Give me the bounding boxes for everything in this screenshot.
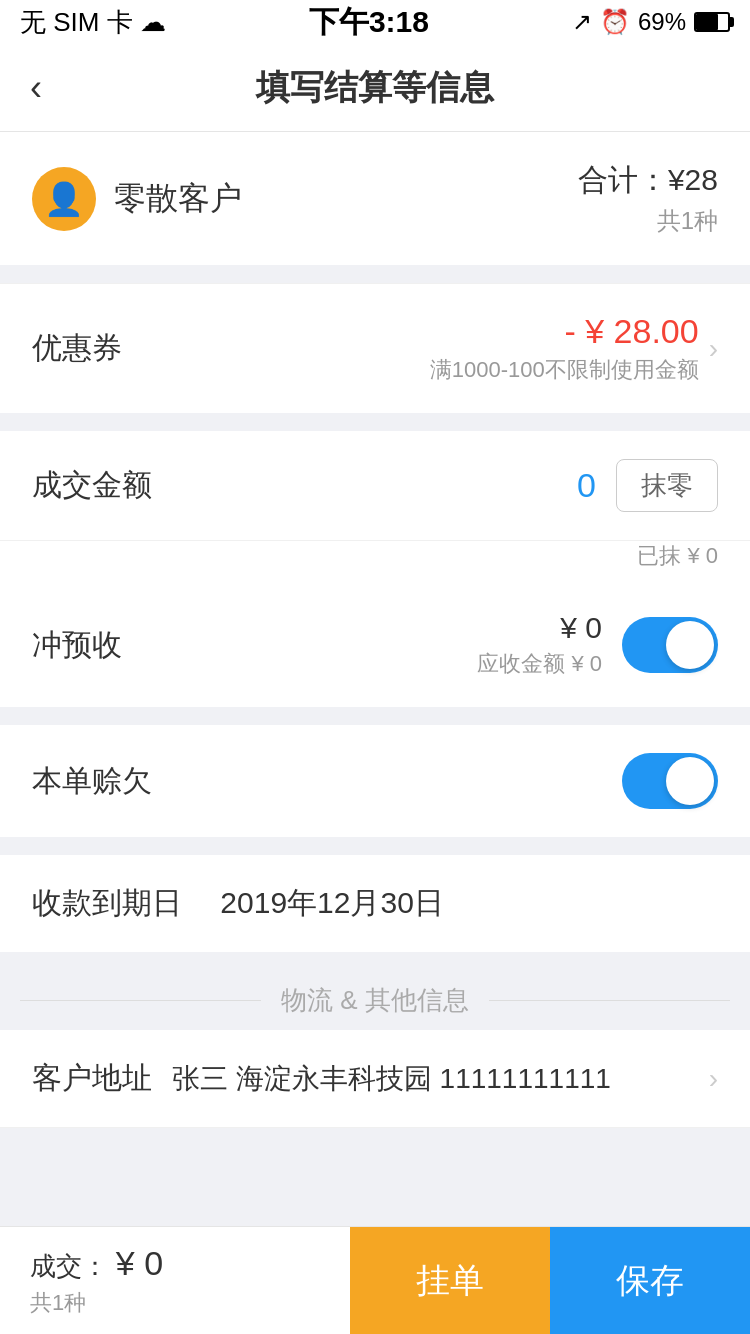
bottom-count: 共1种: [30, 1288, 320, 1318]
precollect-right: ¥ 0 应收金额 ¥ 0: [477, 611, 718, 679]
customer-total: 合计：¥28: [578, 160, 718, 201]
deal-value: 0: [577, 466, 596, 505]
debt-label: 本单赊欠: [32, 761, 152, 802]
logistics-divider: 物流 & 其他信息: [0, 970, 750, 1030]
back-button[interactable]: ‹: [30, 67, 42, 109]
chevron-right-icon: ›: [709, 333, 718, 365]
customer-left: 👤 零散客户: [32, 167, 242, 231]
nav-bar: ‹ 填写结算等信息: [0, 44, 750, 132]
avatar: 👤: [32, 167, 96, 231]
battery-icon: [694, 12, 730, 32]
precollect-amount: ¥ 0: [477, 611, 602, 645]
battery-label: 69%: [638, 8, 686, 36]
coupon-section[interactable]: 优惠券 - ¥ 28.00 满1000-100不限制使用金额 ›: [0, 283, 750, 413]
sim-label: 无 SIM 卡 ☁: [20, 5, 166, 40]
due-date-section: 收款到期日 2019年12月30日: [0, 855, 750, 952]
deal-right: 0 抹零: [577, 459, 718, 512]
location-icon: ↗: [572, 8, 592, 36]
save-button[interactable]: 保存: [550, 1227, 750, 1335]
status-right: ↗ ⏰ 69%: [572, 8, 730, 36]
coupon-info: - ¥ 28.00 满1000-100不限制使用金额: [430, 312, 699, 385]
round-down-button[interactable]: 抹零: [616, 459, 718, 512]
status-left: 无 SIM 卡 ☁: [20, 5, 166, 40]
address-section[interactable]: 客户地址 张三 海淀永丰科技园 11111111111 ›: [0, 1030, 750, 1128]
precollect-label: 冲预收: [32, 625, 122, 666]
debt-toggle[interactable]: [622, 753, 718, 809]
page-title: 填写结算等信息: [256, 65, 494, 111]
coupon-desc: 满1000-100不限制使用金额: [430, 355, 699, 385]
due-date-value: 2019年12月30日: [220, 886, 443, 919]
precollect-row: 冲预收 ¥ 0 应收金额 ¥ 0: [0, 583, 750, 707]
address-chevron-icon: ›: [709, 1063, 718, 1095]
customer-right: 合计：¥28 共1种: [578, 160, 718, 237]
divider-line-left: [20, 1000, 261, 1001]
deal-sub-text: 已抹 ¥ 0: [0, 541, 750, 583]
deal-amount-label: 成交金额: [32, 465, 152, 506]
bottom-deal-row: 成交： ¥ 0: [30, 1244, 320, 1284]
coupon-label: 优惠券: [32, 328, 122, 369]
coupon-amount: - ¥ 28.00: [430, 312, 699, 351]
bottom-left: 成交： ¥ 0 共1种: [0, 1244, 350, 1318]
person-icon: 👤: [44, 180, 84, 218]
precollect-toggle[interactable]: [622, 617, 718, 673]
precollect-values: ¥ 0 应收金额 ¥ 0: [477, 611, 602, 679]
debt-toggle-knob: [666, 757, 714, 805]
due-date-label: 收款到期日: [32, 886, 182, 919]
bottom-deal-label: 成交：: [30, 1251, 108, 1281]
coupon-row[interactable]: 优惠券 - ¥ 28.00 满1000-100不限制使用金额 ›: [0, 283, 750, 413]
main-content: 👤 零散客户 合计：¥28 共1种 优惠券 - ¥ 28.00 满1000-10…: [0, 132, 750, 1248]
coupon-right: - ¥ 28.00 满1000-100不限制使用金额 ›: [430, 312, 718, 385]
divider-line-right: [489, 1000, 730, 1001]
address-label: 客户地址: [32, 1058, 172, 1099]
status-bar: 无 SIM 卡 ☁ 下午3:18 ↗ ⏰ 69%: [0, 0, 750, 44]
customer-row: 👤 零散客户 合计：¥28 共1种: [0, 132, 750, 265]
precollect-receivable: 应收金额 ¥ 0: [477, 649, 602, 679]
status-time: 下午3:18: [309, 2, 429, 43]
customer-section: 👤 零散客户 合计：¥28 共1种: [0, 132, 750, 265]
alarm-icon: ⏰: [600, 8, 630, 36]
deal-section: 成交金额 0 抹零 已抹 ¥ 0 冲预收 ¥ 0 应收金额 ¥ 0: [0, 431, 750, 707]
debt-section: 本单赊欠: [0, 725, 750, 837]
address-value: 张三 海淀永丰科技园 11111111111: [172, 1060, 699, 1098]
bottom-bar: 成交： ¥ 0 共1种 挂单 保存: [0, 1226, 750, 1334]
customer-count: 共1种: [578, 205, 718, 237]
bottom-deal-amount: ¥ 0: [116, 1244, 163, 1282]
logistics-label: 物流 & 其他信息: [281, 983, 469, 1018]
deal-amount-row: 成交金额 0 抹零: [0, 431, 750, 541]
customer-name: 零散客户: [114, 177, 242, 221]
toggle-knob: [666, 621, 714, 669]
hang-button[interactable]: 挂单: [350, 1227, 550, 1335]
